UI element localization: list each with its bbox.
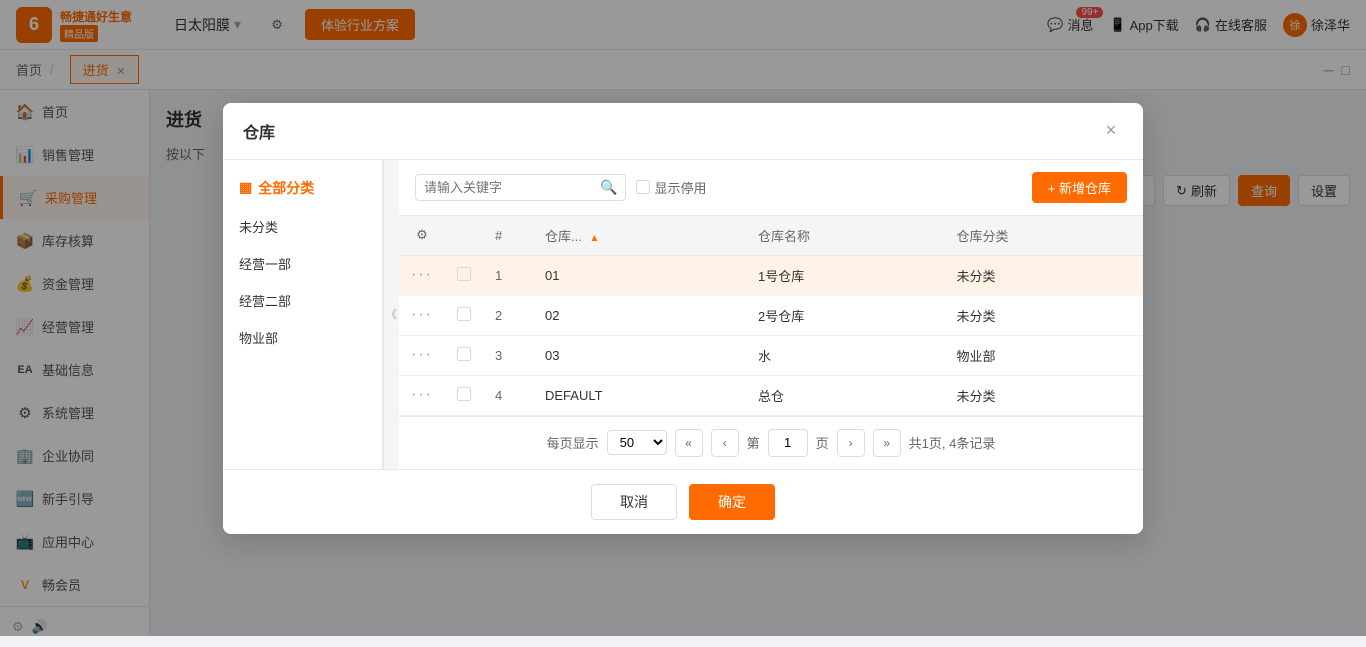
col-name-label: 仓库名称 <box>758 229 810 244</box>
cell-check[interactable] <box>445 375 483 415</box>
search-input[interactable] <box>424 180 600 195</box>
modal-sidebar-item-1[interactable]: 经营一部 <box>223 245 382 282</box>
cell-more[interactable]: ··· <box>399 375 445 415</box>
modal-sidebar-all[interactable]: ▦ 全部分类 <box>223 168 382 208</box>
page-unit: 页 <box>816 433 829 452</box>
row-checkbox[interactable] <box>457 307 471 321</box>
modal-footer: 取消 确定 <box>223 469 1143 534</box>
row-checkbox[interactable] <box>457 387 471 401</box>
col-header-name[interactable]: 仓库名称 <box>746 216 945 256</box>
cell-num: 2 <box>483 295 533 335</box>
col-category-label: 仓库分类 <box>956 229 1008 244</box>
modal-sidebar-item-0[interactable]: 未分类 <box>223 208 382 245</box>
table-row[interactable]: ··· 1 01 1号仓库 未分类 <box>399 255 1143 295</box>
table-row[interactable]: ··· 4 DEFAULT 总仓 未分类 <box>399 375 1143 415</box>
sidebar-collapse-button[interactable]: 《 <box>383 160 399 469</box>
col-header-check <box>445 216 483 256</box>
cell-num: 4 <box>483 375 533 415</box>
row-more-icon[interactable]: ··· <box>411 346 433 363</box>
table-row[interactable]: ··· 3 03 水 物业部 <box>399 335 1143 375</box>
cancel-button[interactable]: 取消 <box>591 484 677 520</box>
cell-code: 01 <box>533 255 746 295</box>
last-page-button[interactable]: » <box>873 429 901 457</box>
cell-check[interactable] <box>445 335 483 375</box>
col-header-gear: ⚙ <box>399 216 445 256</box>
show-disabled-label[interactable]: 显示停用 <box>636 178 706 197</box>
collapse-icon: 《 <box>386 306 397 322</box>
cell-category: 未分类 <box>944 255 1143 295</box>
cell-name: 1号仓库 <box>746 255 945 295</box>
search-input-wrap[interactable]: 🔍 <box>415 174 626 201</box>
cell-name: 总仓 <box>746 375 945 415</box>
modal-sidebar-item-2[interactable]: 经营二部 <box>223 282 382 319</box>
modal-body: ▦ 全部分类 未分类 经营一部 经营二部 物业部 《 <box>223 160 1143 469</box>
cell-code: 02 <box>533 295 746 335</box>
per-page-select[interactable]: 50 100 200 <box>607 430 667 455</box>
row-checkbox[interactable] <box>457 267 471 281</box>
modal-main: 🔍 显示停用 + 新增仓库 ⚙ <box>399 160 1143 469</box>
table-row[interactable]: ··· 2 02 2号仓库 未分类 <box>399 295 1143 335</box>
total-info: 共1页, 4条记录 <box>909 433 996 452</box>
cell-name: 2号仓库 <box>746 295 945 335</box>
grid-icon: ▦ <box>239 179 252 196</box>
row-more-icon[interactable]: ··· <box>411 386 433 403</box>
pagination: 每页显示 50 100 200 « ‹ 第 页 › » 共1页, 4条记录 <box>399 416 1143 469</box>
search-icon: 🔍 <box>600 179 617 196</box>
next-page-button[interactable]: › <box>837 429 865 457</box>
add-warehouse-button[interactable]: + 新增仓库 <box>1032 172 1127 203</box>
cell-check[interactable] <box>445 295 483 335</box>
modal-close-button[interactable]: × <box>1099 119 1123 143</box>
cell-category: 未分类 <box>944 375 1143 415</box>
show-disabled-text: 显示停用 <box>654 178 706 197</box>
modal-header: 仓库 × <box>223 103 1143 160</box>
first-page-button[interactable]: « <box>675 429 703 457</box>
col-code-label: 仓库... <box>545 229 582 244</box>
sort-icon-code: ▲ <box>589 233 599 244</box>
cell-more[interactable]: ··· <box>399 255 445 295</box>
modal-sidebar-all-label: 全部分类 <box>258 178 314 198</box>
modal-title: 仓库 <box>243 119 275 143</box>
warehouse-modal: 仓库 × ▦ 全部分类 未分类 经营一部 经营二部 物业部 《 <box>223 103 1143 534</box>
row-more-icon[interactable]: ··· <box>411 266 433 283</box>
show-disabled-checkbox[interactable] <box>636 180 650 194</box>
per-page-label: 每页显示 <box>547 433 599 452</box>
page-input[interactable] <box>768 429 808 457</box>
cell-category: 物业部 <box>944 335 1143 375</box>
col-header-code[interactable]: 仓库... ▲ <box>533 216 746 256</box>
cell-more[interactable]: ··· <box>399 295 445 335</box>
page-label: 第 <box>747 433 760 452</box>
col-header-num: # <box>483 216 533 256</box>
modal-sidebar-wrapper: ▦ 全部分类 未分类 经营一部 经营二部 物业部 《 <box>223 160 399 469</box>
modal-sidebar: ▦ 全部分类 未分类 经营一部 经营二部 物业部 <box>223 160 383 469</box>
modal-toolbar: 🔍 显示停用 + 新增仓库 <box>399 160 1143 216</box>
prev-page-button[interactable]: ‹ <box>711 429 739 457</box>
col-header-category[interactable]: 仓库分类 <box>944 216 1143 256</box>
cell-category: 未分类 <box>944 295 1143 335</box>
cell-name: 水 <box>746 335 945 375</box>
confirm-button[interactable]: 确定 <box>689 484 775 520</box>
cell-check[interactable] <box>445 255 483 295</box>
warehouse-table: ⚙ # 仓库... ▲ 仓库名称 <box>399 216 1143 416</box>
row-more-icon[interactable]: ··· <box>411 306 433 323</box>
cell-code: 03 <box>533 335 746 375</box>
table-header-row: ⚙ # 仓库... ▲ 仓库名称 <box>399 216 1143 256</box>
modal-overlay: 仓库 × ▦ 全部分类 未分类 经营一部 经营二部 物业部 《 <box>0 0 1366 636</box>
cell-code: DEFAULT <box>533 375 746 415</box>
cell-more[interactable]: ··· <box>399 335 445 375</box>
cell-num: 3 <box>483 335 533 375</box>
row-checkbox[interactable] <box>457 347 471 361</box>
modal-sidebar-item-3[interactable]: 物业部 <box>223 319 382 356</box>
cell-num: 1 <box>483 255 533 295</box>
